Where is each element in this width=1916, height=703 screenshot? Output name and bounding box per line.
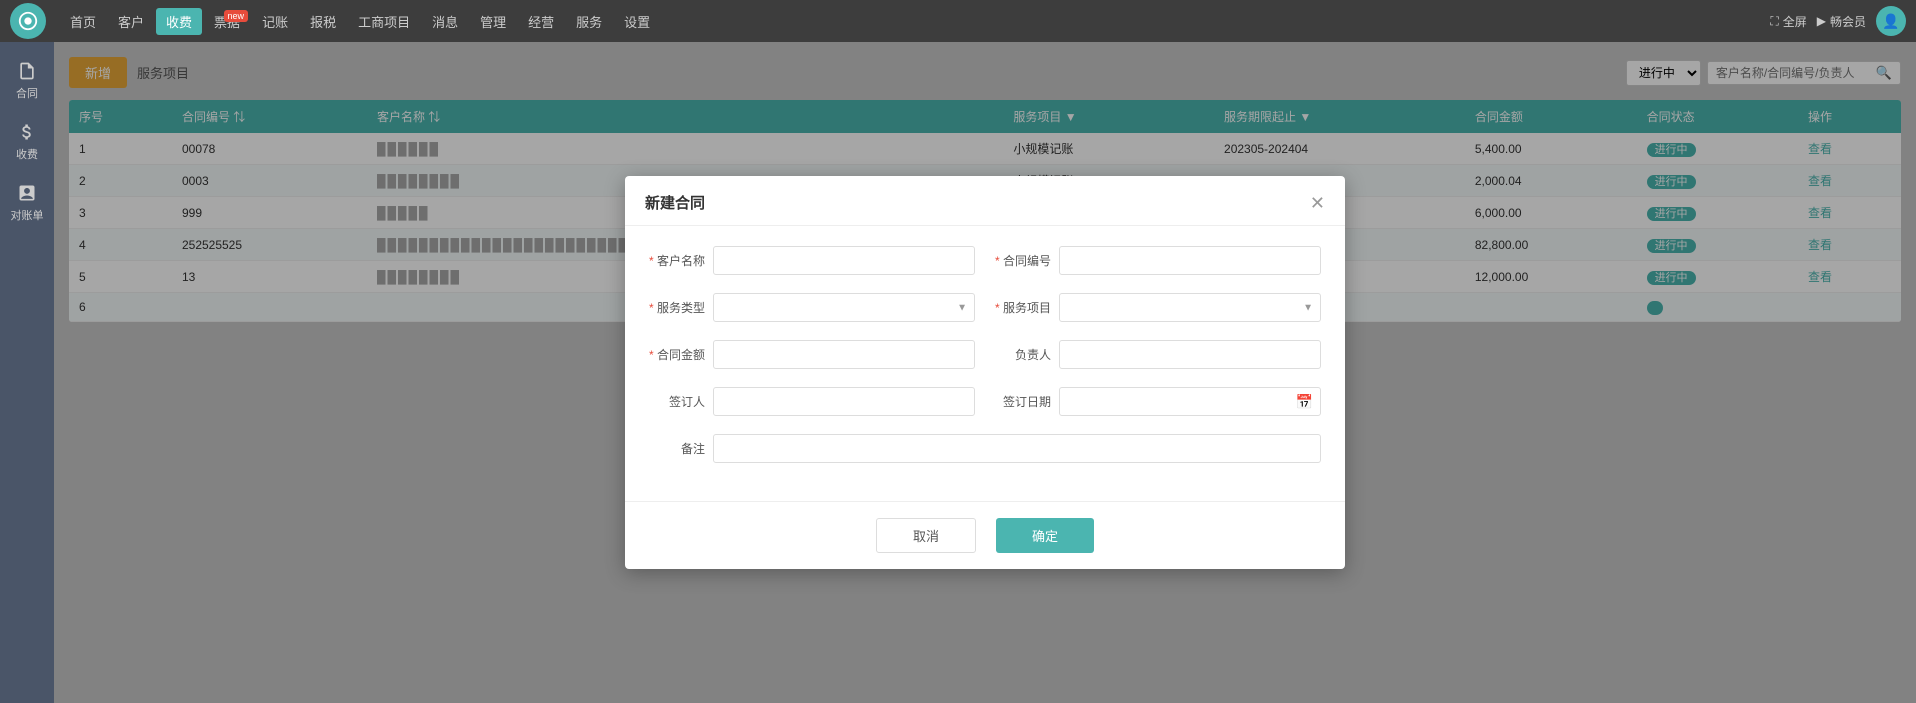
customer-name-input[interactable] <box>713 246 975 275</box>
service-item-select-wrap: ▼ <box>1059 293 1321 322</box>
sign-date-wrap: 2023-06-06 📅 <box>1059 387 1321 416</box>
nav-item-票据[interactable]: 票据new <box>204 8 250 35</box>
sidebar-label-contract: 合同 <box>16 85 38 101</box>
content-area: 新增 服务项目 进行中 已完成 全部 🔍 序号 合 <box>54 42 1916 703</box>
modal-title: 新建合同 <box>645 192 705 213</box>
note-label: 备注 <box>649 440 705 457</box>
nav-item-工商项目[interactable]: 工商项目 <box>348 8 420 35</box>
form-group-contract-no: 合同编号 <box>995 246 1321 275</box>
form-group-owner: 负责人 <box>995 340 1321 369</box>
form-group-service-item: 服务项目 ▼ <box>995 293 1321 322</box>
form-row-3: 合同金额 0.00 负责人 <box>649 340 1321 369</box>
topnav-right: ⛶ 全屏 ▶ 畅会员 👤 <box>1770 6 1906 36</box>
nav-item-设置[interactable]: 设置 <box>614 8 660 35</box>
cancel-button[interactable]: 取消 <box>876 518 976 553</box>
sidebar-item-fees[interactable]: 收费 <box>2 113 52 170</box>
customer-name-label: 客户名称 <box>649 252 705 269</box>
form-group-note: 备注 <box>649 434 1321 463</box>
nav-item-管理[interactable]: 管理 <box>470 8 516 35</box>
service-type-select[interactable] <box>713 293 975 322</box>
signer-label: 签订人 <box>649 393 705 410</box>
amount-input[interactable]: 0.00 <box>713 340 975 369</box>
form-group-sign-date: 签订日期 2023-06-06 📅 <box>995 387 1321 416</box>
owner-input[interactable] <box>1059 340 1321 369</box>
nav-item-服务[interactable]: 服务 <box>566 8 612 35</box>
statement-icon <box>16 182 38 204</box>
service-type-label: 服务类型 <box>649 299 705 316</box>
calendar-icon[interactable]: 📅 <box>1296 393 1313 410</box>
service-item-label: 服务项目 <box>995 299 1051 316</box>
form-row-2: 服务类型 ▼ 服务项目 <box>649 293 1321 322</box>
nav-item-客户[interactable]: 客户 <box>108 8 154 35</box>
note-input[interactable] <box>713 434 1321 463</box>
contract-no-label: 合同编号 <box>995 252 1051 269</box>
modal-footer: 取消 确定 <box>625 501 1345 569</box>
new-contract-modal: 新建合同 ✕ 客户名称 合同编号 <box>625 176 1345 569</box>
top-navigation: 首页客户收费票据new记账报税工商项目消息管理经营服务设置 ⛶ 全屏 ▶ 畅会员… <box>0 0 1916 42</box>
nav-item-经营[interactable]: 经营 <box>518 8 564 35</box>
contract-no-input[interactable] <box>1059 246 1321 275</box>
form-row-1: 客户名称 合同编号 <box>649 246 1321 275</box>
service-type-select-wrap: ▼ <box>713 293 975 322</box>
signer-input[interactable] <box>713 387 975 416</box>
form-row-5: 备注 <box>649 434 1321 463</box>
member-label: 畅会员 <box>1830 13 1866 30</box>
nav-item-报税[interactable]: 报税 <box>300 8 346 35</box>
owner-label: 负责人 <box>995 346 1051 363</box>
member-button[interactable]: ▶ 畅会员 <box>1817 13 1866 30</box>
sidebar: 合同 收费 对账单 <box>0 42 54 703</box>
sign-date-label: 签订日期 <box>995 393 1051 410</box>
form-group-signer: 签订人 <box>649 387 975 416</box>
nav-item-首页[interactable]: 首页 <box>60 8 106 35</box>
fullscreen-button[interactable]: ⛶ 全屏 <box>1770 13 1806 30</box>
confirm-button[interactable]: 确定 <box>996 518 1094 553</box>
form-group-amount: 合同金额 0.00 <box>649 340 975 369</box>
modal-body: 客户名称 合同编号 服务类型 <box>625 226 1345 501</box>
sign-date-input[interactable]: 2023-06-06 <box>1059 387 1321 416</box>
form-group-service-type: 服务类型 ▼ <box>649 293 975 322</box>
modal-header: 新建合同 ✕ <box>625 176 1345 226</box>
nav-item-消息[interactable]: 消息 <box>422 8 468 35</box>
modal-close-button[interactable]: ✕ <box>1310 194 1325 212</box>
sidebar-label-statement: 对账单 <box>11 207 44 223</box>
app-logo[interactable] <box>10 3 46 39</box>
service-item-select[interactable] <box>1059 293 1321 322</box>
nav-item-收费[interactable]: 收费 <box>156 8 202 35</box>
nav-badge-new: new <box>224 10 249 22</box>
sidebar-item-statement[interactable]: 对账单 <box>2 174 52 231</box>
fullscreen-label: 全屏 <box>1783 13 1807 30</box>
main-layout: 合同 收费 对账单 新增 服务项目 <box>0 42 1916 703</box>
nav-item-记账[interactable]: 记账 <box>252 8 298 35</box>
sidebar-item-contract[interactable]: 合同 <box>2 52 52 109</box>
form-row-4: 签订人 签订日期 2023-06-06 📅 <box>649 387 1321 416</box>
modal-overlay: 新建合同 ✕ 客户名称 合同编号 <box>54 42 1916 703</box>
contract-icon <box>16 60 38 82</box>
fees-icon <box>16 121 38 143</box>
amount-label: 合同金额 <box>649 346 705 363</box>
sidebar-label-fees: 收费 <box>16 146 38 162</box>
form-group-customer: 客户名称 <box>649 246 975 275</box>
avatar[interactable]: 👤 <box>1876 6 1906 36</box>
